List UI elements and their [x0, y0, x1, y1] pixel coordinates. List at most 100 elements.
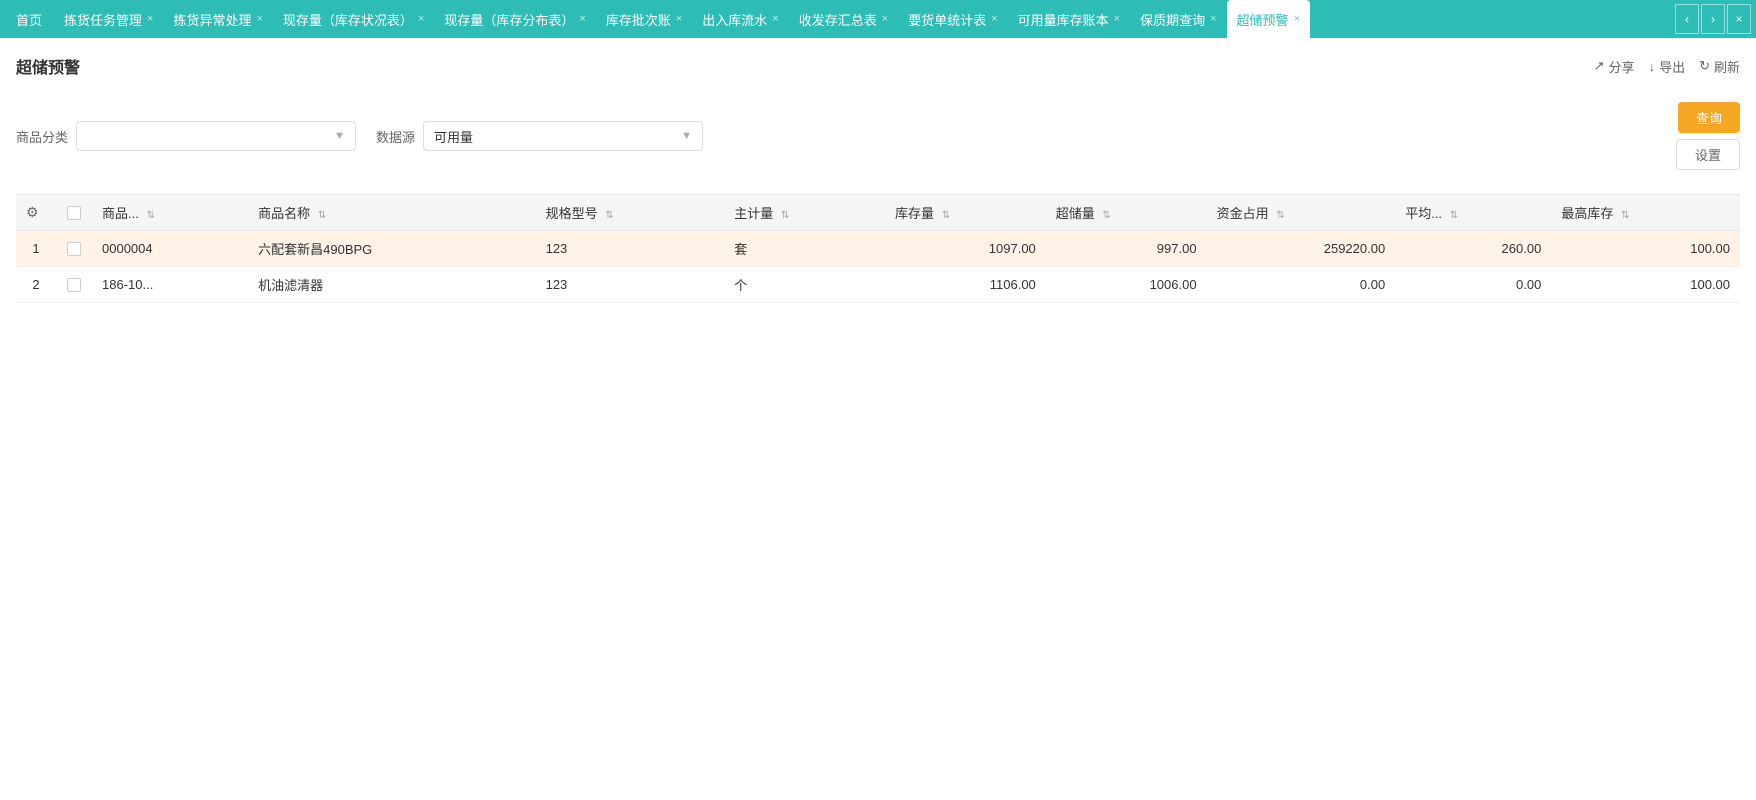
close-icon[interactable]: ×: [418, 13, 424, 25]
close-icon[interactable]: ×: [579, 13, 585, 25]
row-maxstock: 100.00: [1551, 267, 1740, 303]
page-header: 超储预警 ↗ 分享 ↓ 导出 ↻ 刷新: [16, 54, 1740, 78]
tab-xiancunliang-fenbiao[interactable]: 现存量（库存分布表） ×: [434, 0, 595, 38]
table-header-row: ⚙ 商品... ⇅ 商品名称 ⇅ 规格型号 ⇅: [16, 195, 1740, 231]
th-capital[interactable]: 资金占用 ⇅: [1207, 195, 1396, 231]
row-checkbox-cell: [56, 231, 92, 267]
table-body: 1 0000004 六配套新昌490BPG 123 套 1097.00 997.…: [16, 231, 1740, 303]
row-spec: 123: [536, 231, 725, 267]
row-overstock: 997.00: [1046, 231, 1207, 267]
close-icon[interactable]: ×: [991, 13, 997, 25]
filter-row: 商品分类 ▼ 数据源 可用量 ▼ 查询 设置: [16, 92, 1740, 180]
tab-baozhuqi[interactable]: 保质期查询 ×: [1130, 0, 1226, 38]
table-row: 1 0000004 六配套新昌490BPG 123 套 1097.00 997.…: [16, 231, 1740, 267]
export-button[interactable]: ↓ 导出: [1649, 57, 1686, 76]
row-checkbox[interactable]: [67, 278, 81, 292]
row-name: 机油滤清器: [248, 267, 535, 303]
export-icon: ↓: [1649, 59, 1656, 74]
datasource-filter-group: 数据源 可用量 ▼: [376, 121, 703, 151]
page-title: 超储预警: [16, 54, 80, 78]
sort-icon: ⇅: [605, 210, 613, 221]
sort-icon: ⇅: [942, 210, 950, 221]
row-maxstock: 100.00: [1551, 231, 1740, 267]
tab-kucunpici[interactable]: 库存批次账 ×: [596, 0, 692, 38]
row-unit: 个: [724, 267, 885, 303]
nav-next-button[interactable]: ›: [1701, 4, 1725, 34]
sort-icon: ⇅: [318, 210, 326, 221]
sort-icon: ⇅: [1276, 210, 1284, 221]
th-checkbox[interactable]: [56, 195, 92, 231]
refresh-button[interactable]: ↻ 刷新: [1699, 57, 1740, 76]
tab-yaohuodantongji[interactable]: 要货单统计表 ×: [898, 0, 1007, 38]
th-stock[interactable]: 库存量 ⇅: [885, 195, 1046, 231]
tab-xiancunliang-kuanchuang[interactable]: 现存量（库存状况表） ×: [273, 0, 434, 38]
gear-icon[interactable]: ⚙: [26, 204, 39, 220]
row-num: 1: [16, 231, 56, 267]
category-select[interactable]: ▼: [76, 121, 356, 151]
close-icon[interactable]: ×: [1210, 13, 1216, 25]
tab-churukuliushui[interactable]: 出入库流水 ×: [692, 0, 788, 38]
nav-close-button[interactable]: ×: [1727, 4, 1751, 34]
tab-chaochu-active[interactable]: 超储预警 ×: [1227, 0, 1310, 38]
refresh-icon: ↻: [1699, 58, 1710, 74]
share-icon: ↗: [1594, 58, 1605, 74]
action-buttons: 查询 设置: [1676, 102, 1740, 170]
nav-arrows: ‹ › ×: [1674, 0, 1752, 38]
close-icon[interactable]: ×: [882, 13, 888, 25]
datasource-label: 数据源: [376, 127, 415, 146]
close-icon[interactable]: ×: [256, 13, 262, 25]
row-capital: 259220.00: [1207, 231, 1396, 267]
close-icon[interactable]: ×: [1114, 13, 1120, 25]
row-stock: 1106.00: [885, 267, 1046, 303]
th-overstock[interactable]: 超储量 ⇅: [1046, 195, 1207, 231]
row-capital: 0.00: [1207, 267, 1396, 303]
sort-icon: ⇅: [1450, 210, 1458, 221]
sort-icon: ⇅: [146, 210, 154, 221]
datasource-select[interactable]: 可用量 ▼: [423, 121, 703, 151]
row-overstock: 1006.00: [1046, 267, 1207, 303]
settings-button[interactable]: 设置: [1676, 139, 1740, 170]
chevron-down-icon: ▼: [681, 130, 692, 142]
row-avg: 0.00: [1395, 267, 1551, 303]
th-maxstock[interactable]: 最高库存 ⇅: [1551, 195, 1740, 231]
table-row: 2 186-10... 机油滤清器 123 个 1106.00 1006.00 …: [16, 267, 1740, 303]
top-nav: 首页 拣货任务管理 × 拣货异常处理 × 现存量（库存状况表） × 现存量（库存…: [0, 0, 1756, 38]
row-checkbox-cell: [56, 267, 92, 303]
th-settings[interactable]: ⚙: [16, 195, 56, 231]
category-filter-group: 商品分类 ▼: [16, 121, 356, 151]
datasource-select-value: 可用量: [434, 127, 473, 146]
row-checkbox[interactable]: [67, 242, 81, 256]
page-actions: ↗ 分享 ↓ 导出 ↻ 刷新: [1594, 57, 1740, 76]
data-table: ⚙ 商品... ⇅ 商品名称 ⇅ 规格型号 ⇅: [16, 194, 1740, 303]
sort-icon: ⇅: [781, 210, 789, 221]
th-name[interactable]: 商品名称 ⇅: [248, 195, 535, 231]
close-icon[interactable]: ×: [1294, 13, 1300, 25]
sort-icon: ⇅: [1102, 210, 1110, 221]
tab-keyongliang[interactable]: 可用量库存账本 ×: [1008, 0, 1130, 38]
row-stock: 1097.00: [885, 231, 1046, 267]
share-button[interactable]: ↗ 分享: [1594, 57, 1635, 76]
th-spec[interactable]: 规格型号 ⇅: [536, 195, 725, 231]
category-label: 商品分类: [16, 127, 68, 146]
nav-home[interactable]: 首页: [4, 10, 54, 29]
row-name: 六配套新昌490BPG: [248, 231, 535, 267]
tab-jianhuorenwuguanli[interactable]: 拣货任务管理 ×: [54, 0, 163, 38]
chevron-down-icon: ▼: [334, 130, 345, 142]
query-button[interactable]: 查询: [1678, 102, 1740, 133]
row-avg: 260.00: [1395, 231, 1551, 267]
row-unit: 套: [724, 231, 885, 267]
th-avg[interactable]: 平均... ⇅: [1395, 195, 1551, 231]
header-checkbox[interactable]: [67, 206, 81, 220]
close-icon[interactable]: ×: [676, 13, 682, 25]
close-icon[interactable]: ×: [772, 13, 778, 25]
page-content: 超储预警 ↗ 分享 ↓ 导出 ↻ 刷新 商品分类 ▼ 数据源: [0, 38, 1756, 800]
row-spec: 123: [536, 267, 725, 303]
close-icon[interactable]: ×: [147, 13, 153, 25]
th-unit[interactable]: 主计量 ⇅: [724, 195, 885, 231]
tab-shofahuizong[interactable]: 收发存汇总表 ×: [789, 0, 898, 38]
row-code: 186-10...: [92, 267, 248, 303]
th-code[interactable]: 商品... ⇅: [92, 195, 248, 231]
tab-jianhuoyichangchuli[interactable]: 拣货异常处理 ×: [163, 0, 272, 38]
row-code: 0000004: [92, 231, 248, 267]
nav-prev-button[interactable]: ‹: [1675, 4, 1699, 34]
